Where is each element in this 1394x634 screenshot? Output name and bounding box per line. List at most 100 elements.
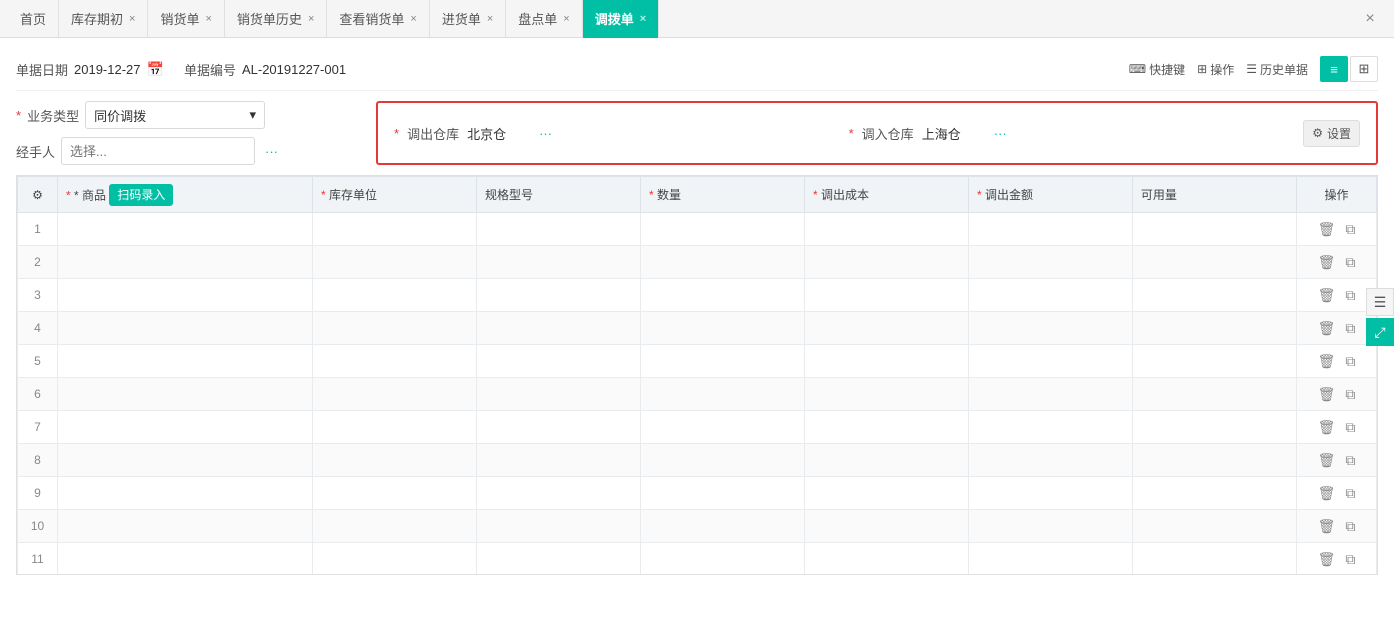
delete-row-icon[interactable]: 🗑 [1316,285,1338,306]
delete-row-icon[interactable]: 🗑 [1316,219,1338,240]
tab-sales-order-close[interactable]: × [205,13,211,25]
row-cost[interactable] [804,246,968,279]
row-qty[interactable] [640,279,804,312]
row-spec[interactable] [476,213,640,246]
tab-purchase-order-close[interactable]: × [487,13,493,25]
row-product[interactable] [58,411,313,444]
row-product[interactable] [58,312,313,345]
row-cost[interactable] [804,213,968,246]
row-available[interactable] [1132,213,1296,246]
row-unit[interactable] [313,411,477,444]
row-cost[interactable] [804,543,968,576]
layout-list-button[interactable]: ≡ [1320,56,1348,82]
delete-row-icon[interactable]: 🗑 [1316,549,1338,570]
copy-row-icon[interactable]: ⧉ [1343,285,1357,306]
history-button[interactable]: ☰ 历史单据 [1246,61,1308,78]
tab-inventory-init[interactable]: 库存期初 × [59,0,148,38]
row-qty[interactable] [640,345,804,378]
tab-sales-history[interactable]: 销货单历史 × [225,0,327,38]
row-amount[interactable] [968,510,1132,543]
row-available[interactable] [1132,510,1296,543]
row-spec[interactable] [476,411,640,444]
transfer-out-more-button[interactable]: ··· [535,126,556,141]
row-amount[interactable] [968,279,1132,312]
copy-row-icon[interactable]: ⧉ [1343,417,1357,438]
scan-button[interactable]: 扫码录入 [109,184,173,206]
copy-row-icon[interactable]: ⧉ [1343,516,1357,537]
transfer-in-more-button[interactable]: ··· [990,126,1011,141]
delete-row-icon[interactable]: 🗑 [1316,483,1338,504]
row-cost[interactable] [804,312,968,345]
row-spec[interactable] [476,246,640,279]
delete-row-icon[interactable]: 🗑 [1316,516,1338,537]
tab-home[interactable]: 首页 [8,0,59,38]
tab-sales-order[interactable]: 销货单 × [148,0,224,38]
row-amount[interactable] [968,543,1132,576]
row-unit[interactable] [313,477,477,510]
row-product[interactable] [58,279,313,312]
row-qty[interactable] [640,378,804,411]
row-product[interactable] [58,477,313,510]
row-unit[interactable] [313,213,477,246]
copy-row-icon[interactable]: ⧉ [1343,318,1357,339]
handler-more-button[interactable]: ··· [261,144,282,159]
tab-sales-history-close[interactable]: × [308,13,314,25]
delete-row-icon[interactable]: 🗑 [1316,351,1338,372]
row-qty[interactable] [640,213,804,246]
settings-button[interactable]: ⚙ 设置 [1303,120,1360,147]
row-available[interactable] [1132,279,1296,312]
row-unit[interactable] [313,312,477,345]
delete-row-icon[interactable]: 🗑 [1316,384,1338,405]
copy-row-icon[interactable]: ⧉ [1343,219,1357,240]
tab-check-sales[interactable]: 查看销货单 × [327,0,429,38]
row-unit[interactable] [313,378,477,411]
handler-input[interactable] [61,137,255,165]
row-cost[interactable] [804,477,968,510]
row-available[interactable] [1132,246,1296,279]
operations-button[interactable]: ⊞ 操作 [1197,61,1234,78]
row-unit[interactable] [313,444,477,477]
row-available[interactable] [1132,477,1296,510]
copy-row-icon[interactable]: ⧉ [1343,483,1357,504]
row-unit[interactable] [313,345,477,378]
tab-inventory-count-close[interactable]: × [563,13,569,25]
row-amount[interactable] [968,213,1132,246]
row-cost[interactable] [804,411,968,444]
layout-grid-button[interactable]: ⊞ [1350,56,1378,82]
row-product[interactable] [58,213,313,246]
tab-purchase-order[interactable]: 进货单 × [430,0,506,38]
row-qty[interactable] [640,477,804,510]
row-available[interactable] [1132,312,1296,345]
row-amount[interactable] [968,477,1132,510]
row-qty[interactable] [640,444,804,477]
row-product[interactable] [58,543,313,576]
row-qty[interactable] [640,411,804,444]
row-spec[interactable] [476,279,640,312]
row-available[interactable] [1132,378,1296,411]
copy-row-icon[interactable]: ⧉ [1343,450,1357,471]
copy-row-icon[interactable]: ⧉ [1343,384,1357,405]
tab-inventory-init-close[interactable]: × [129,13,135,25]
row-qty[interactable] [640,543,804,576]
delete-row-icon[interactable]: 🗑 [1316,252,1338,273]
row-cost[interactable] [804,444,968,477]
row-product[interactable] [58,510,313,543]
tab-inventory-count[interactable]: 盘点单 × [506,0,582,38]
tab-check-sales-close[interactable]: × [410,13,416,25]
row-spec[interactable] [476,312,640,345]
row-qty[interactable] [640,246,804,279]
row-product[interactable] [58,345,313,378]
delete-row-icon[interactable]: 🗑 [1316,417,1338,438]
row-amount[interactable] [968,411,1132,444]
row-amount[interactable] [968,312,1132,345]
row-available[interactable] [1132,444,1296,477]
row-available[interactable] [1132,411,1296,444]
row-amount[interactable] [968,246,1132,279]
row-cost[interactable] [804,345,968,378]
copy-row-icon[interactable]: ⧉ [1343,351,1357,372]
row-unit[interactable] [313,279,477,312]
row-cost[interactable] [804,279,968,312]
row-cost[interactable] [804,378,968,411]
float-list-button[interactable]: ☰ [1366,288,1394,316]
copy-row-icon[interactable]: ⧉ [1343,549,1357,570]
